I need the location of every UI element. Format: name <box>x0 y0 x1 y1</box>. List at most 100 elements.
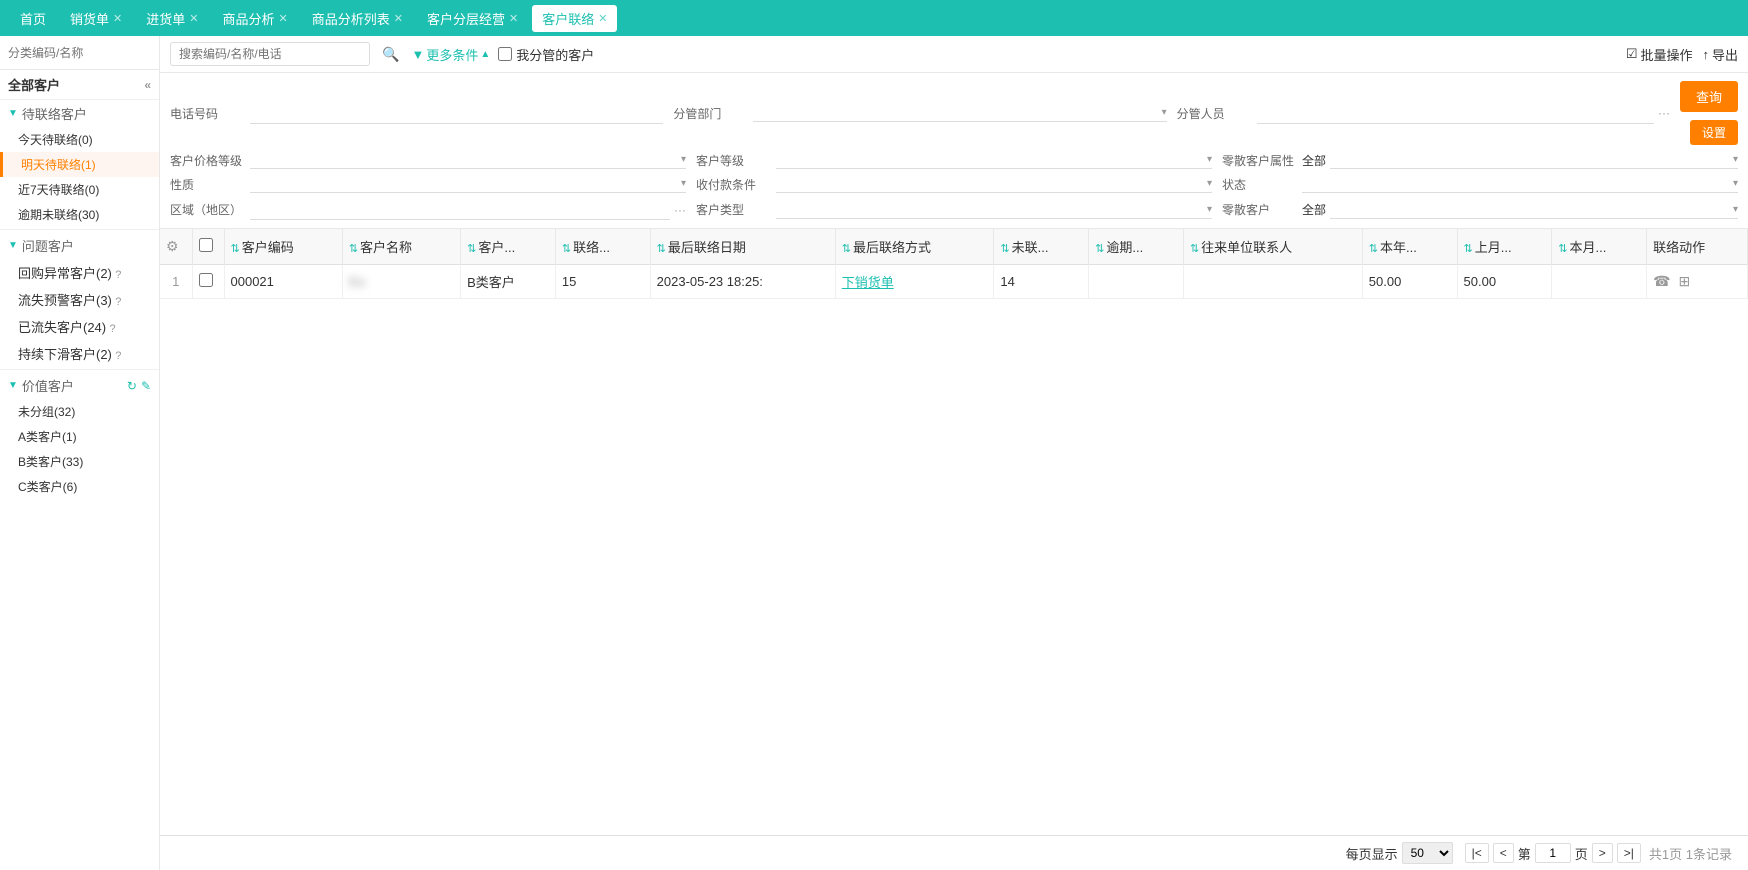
next-page-btn[interactable]: > <box>1592 843 1613 863</box>
filter-price-level-select[interactable]: ▾ <box>250 151 686 169</box>
sidebar-item-tomorrow-pending[interactable]: 明天待联络(1) <box>0 152 159 177</box>
first-page-btn[interactable]: |< <box>1465 843 1489 863</box>
filter-customer-type-select[interactable]: ▾ <box>776 201 1212 219</box>
close-product-analysis-icon[interactable]: ✕ <box>279 12 288 25</box>
close-sales-order-icon[interactable]: ✕ <box>113 12 122 25</box>
sidebar-item-churned[interactable]: 已流失客户(24) ? <box>0 313 159 340</box>
filter-price-level: 客户价格等级 ▾ <box>170 151 686 169</box>
sidebar-group-value-customers[interactable]: ▼ 价值客户 ↻ ✎ <box>0 372 159 399</box>
filter-price-level-label: 客户价格等级 <box>170 152 250 169</box>
customer-name-blurred: Ea <box>349 274 365 289</box>
filter-nature-select[interactable]: ▾ <box>250 175 686 193</box>
nav-home[interactable]: 首页 <box>10 5 56 32</box>
filter-region-input[interactable] <box>250 199 670 220</box>
advanced-filter: 电话号码 分管部门 ▾ 分管人员 ··· 查询 设置 <box>160 73 1748 229</box>
export-btn[interactable]: ↑ 导出 <box>1702 45 1738 64</box>
sidebar-item-a-customers[interactable]: A类客户(1) <box>0 424 159 449</box>
sort-this-year-icon: ⇅ <box>1369 243 1378 255</box>
row-checkbox[interactable] <box>199 273 213 287</box>
filter-status-select[interactable]: ▾ <box>1302 175 1738 193</box>
filter-row-4: 区域（地区） ··· 客户类型 ▾ 零散客户 全部 ▾ <box>170 199 1738 220</box>
th-this-month: ⇅本月... <box>1552 229 1647 265</box>
page-input[interactable] <box>1535 843 1571 863</box>
th-last-contact-method: ⇅最后联络方式 <box>835 229 994 265</box>
last-contact-method-link[interactable]: 下销货单 <box>842 275 894 290</box>
filter-status-label: 状态 <box>1222 176 1302 193</box>
filter-row-3: 性质 ▾ 收付款条件 ▾ 状态 <box>170 175 1738 193</box>
toolbar-right: ☑ 批量操作 ↑ 导出 <box>1626 45 1738 64</box>
select-all-checkbox[interactable] <box>199 238 213 252</box>
th-type: ⇅客户... <box>461 229 556 265</box>
total-info: 共1页 1条记录 <box>1649 844 1732 863</box>
sidebar-item-abnormal-repurchase[interactable]: 回购异常客户(2) ? <box>0 259 159 286</box>
my-customers-filter[interactable]: 我分管的客户 <box>498 45 594 64</box>
nav-product-analysis[interactable]: 商品分析 ✕ <box>212 5 297 32</box>
filter-phone-input[interactable] <box>250 103 663 124</box>
help-icon-1: ? <box>115 269 121 281</box>
filter-payment-label: 收付款条件 <box>696 176 776 193</box>
th-name: ⇅客户名称 <box>342 229 460 265</box>
sidebar-item-7days-pending[interactable]: 近7天待联络(0) <box>0 177 159 202</box>
sidebar-group-pending-contact[interactable]: ▼ 待联络客户 <box>0 100 159 127</box>
sidebar-item-overdue-contact[interactable]: 逾期未联络(30) <box>0 202 159 227</box>
refresh-value-icon[interactable]: ↻ <box>127 379 137 393</box>
row-last-contact-date: 2023-05-23 18:25: <box>650 265 835 299</box>
sidebar-item-c-customers[interactable]: C类客户(6) <box>0 474 159 499</box>
nav-customer-layered[interactable]: 客户分层经营 ✕ <box>417 5 528 32</box>
chevron-dept-icon: ▾ <box>1162 107 1167 118</box>
nav-customer-contact[interactable]: 客户联络 ✕ <box>532 5 617 32</box>
sort-name-icon: ⇅ <box>349 243 358 255</box>
sidebar-collapse-btn[interactable]: « <box>144 78 151 92</box>
th-last-month: ⇅上月... <box>1457 229 1552 265</box>
phone-action-icon[interactable]: ☎ <box>1653 273 1670 290</box>
settings-button[interactable]: 设置 <box>1690 120 1738 145</box>
last-page-btn[interactable]: >| <box>1617 843 1641 863</box>
sidebar-item-all-customers[interactable]: 全部客户 « <box>0 70 159 100</box>
edit-value-icon[interactable]: ✎ <box>141 379 151 393</box>
nav-product-analysis-list[interactable]: 商品分析列表 ✕ <box>302 5 413 32</box>
search-button[interactable]: 🔍 <box>378 46 403 63</box>
sort-contact-person-icon: ⇅ <box>1190 243 1199 255</box>
query-button[interactable]: 查询 <box>1680 81 1738 112</box>
sidebar-search-input[interactable] <box>8 46 160 60</box>
sort-type-icon: ⇅ <box>467 243 476 255</box>
grid-action-icon[interactable]: ⊞ <box>1679 273 1691 290</box>
filter-retail-customer-select[interactable]: ▾ <box>1330 201 1738 219</box>
sidebar-item-b-customers[interactable]: B类客户(33) <box>0 449 159 474</box>
filter-region-dots[interactable]: ··· <box>674 203 686 217</box>
filter-payment-select[interactable]: ▾ <box>776 175 1212 193</box>
filter-retail-attr-select[interactable]: ▾ <box>1330 151 1738 169</box>
row-type: B类客户 <box>461 265 556 299</box>
search-input[interactable] <box>170 42 370 66</box>
chevron-nature-icon: ▾ <box>681 178 686 189</box>
sidebar-item-churn-warning[interactable]: 流失预警客户(3) ? <box>0 286 159 313</box>
nav-purchase-order[interactable]: 进货单 ✕ <box>136 5 208 32</box>
close-customer-contact-icon[interactable]: ✕ <box>598 12 607 25</box>
row-action-cell: ☎ ⊞ <box>1647 265 1748 299</box>
sort-last-month-icon: ⇅ <box>1464 243 1473 255</box>
batch-operation-btn[interactable]: ☑ 批量操作 <box>1626 45 1693 64</box>
my-customers-checkbox[interactable] <box>498 47 512 61</box>
page-size-select[interactable]: 10 20 50 100 <box>1402 842 1453 864</box>
sidebar-group-problem-customers[interactable]: ▼ 问题客户 <box>0 232 159 259</box>
page-label: 第 <box>1518 844 1531 863</box>
sidebar-item-declining[interactable]: 持续下滑客户(2) ? <box>0 340 159 367</box>
row-this-month <box>1552 265 1647 299</box>
filter-row-1: 电话号码 分管部门 ▾ 分管人员 ··· 查询 设置 <box>170 81 1738 145</box>
close-purchase-order-icon[interactable]: ✕ <box>189 12 198 25</box>
sidebar-item-ungrouped[interactable]: 未分组(32) <box>0 399 159 424</box>
filter-customer-type-label: 客户类型 <box>696 201 776 218</box>
filter-customer-level-select[interactable]: ▾ <box>776 151 1212 169</box>
filter-customer-type: 客户类型 ▾ <box>696 201 1212 219</box>
action-icons: ☎ ⊞ <box>1653 273 1741 290</box>
gear-icon[interactable]: ⚙ <box>166 238 179 254</box>
close-product-analysis-list-icon[interactable]: ✕ <box>394 12 403 25</box>
prev-page-btn[interactable]: < <box>1493 843 1514 863</box>
filter-person-input[interactable] <box>1257 103 1654 124</box>
close-customer-layered-icon[interactable]: ✕ <box>509 12 518 25</box>
filter-person-dots[interactable]: ··· <box>1658 106 1670 120</box>
filter-dept-select[interactable]: ▾ <box>753 104 1166 122</box>
sidebar-item-today-pending[interactable]: 今天待联络(0) <box>0 127 159 152</box>
nav-sales-order[interactable]: 销货单 ✕ <box>60 5 132 32</box>
more-conditions-btn[interactable]: ▼ 更多条件 ▲ <box>411 45 490 64</box>
